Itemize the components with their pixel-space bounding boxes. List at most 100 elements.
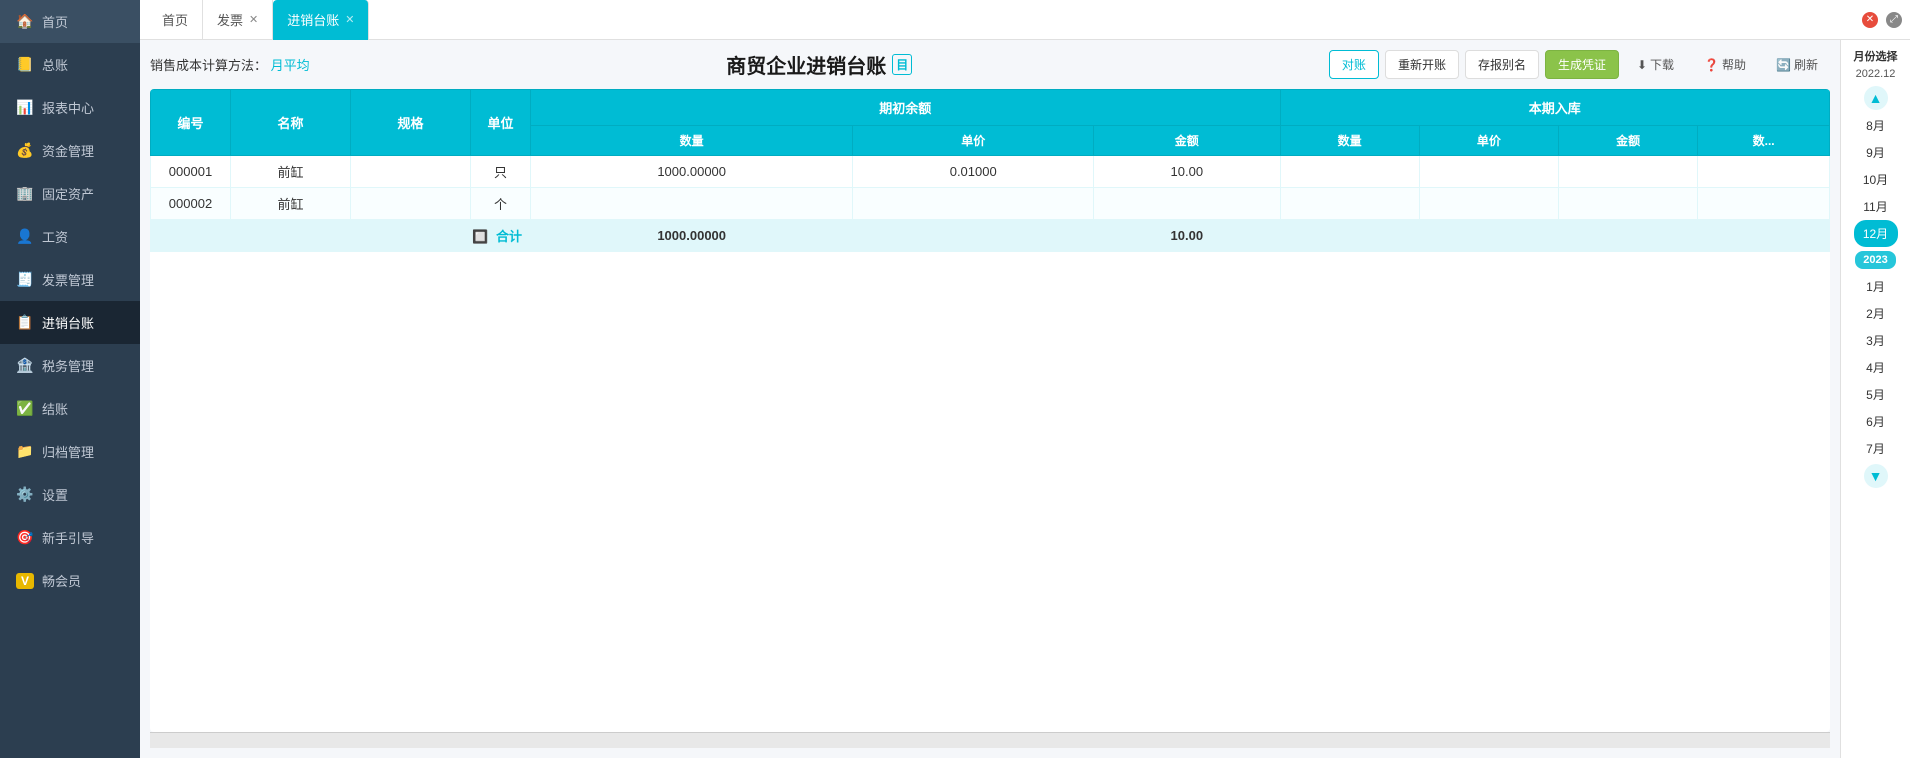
help-icon: ❓ xyxy=(1704,58,1719,72)
cell-qi-price: 0.01000 xyxy=(853,156,1094,188)
guide-icon: 🎯 xyxy=(16,529,34,546)
cell-trailing xyxy=(1698,156,1830,188)
assets-icon: 🏢 xyxy=(16,185,34,202)
ledger-icon: 📒 xyxy=(16,56,34,73)
month-item-2023-4[interactable]: 4月 xyxy=(1841,354,1910,381)
sidebar-item-report-center[interactable]: 📊 报表中心 xyxy=(0,86,140,129)
sidebar-item-home[interactable]: 🏠 首页 xyxy=(0,0,140,43)
sidebar-item-purchase-sales[interactable]: 📋 进销台账 xyxy=(0,301,140,344)
sidebar-item-invoice[interactable]: 🧾 发票管理 xyxy=(0,258,140,301)
month-item-11[interactable]: 11月 xyxy=(1841,193,1910,220)
tab-invoice[interactable]: 发票 ✕ xyxy=(203,0,273,40)
report-icon: 📊 xyxy=(16,99,34,116)
refresh-button[interactable]: 🔄 刷新 xyxy=(1764,51,1830,78)
cell-unit: 只 xyxy=(471,156,531,188)
sidebar-item-fund-management[interactable]: 💰 资金管理 xyxy=(0,129,140,172)
month-item-2023-2[interactable]: 2月 xyxy=(1841,300,1910,327)
cell-ben-amount xyxy=(1559,156,1698,188)
month-item-2023-3[interactable]: 3月 xyxy=(1841,327,1910,354)
cell-spec xyxy=(351,188,471,220)
total-label-cell: 🔲 合计 xyxy=(151,220,531,252)
settings-icon: ⚙️ xyxy=(16,486,34,503)
window-max-button[interactable]: ⤢ xyxy=(1886,12,1902,28)
month-panel-title: 月份选择 xyxy=(1854,48,1898,64)
sidebar-item-settings[interactable]: ⚙️ 设置 xyxy=(0,473,140,516)
sidebar-item-settlement[interactable]: ✅ 结账 xyxy=(0,387,140,430)
member-icon: V xyxy=(16,573,34,589)
sidebar-item-label: 设置 xyxy=(42,485,68,504)
window-close-button[interactable]: ✕ xyxy=(1862,12,1878,28)
month-item-10[interactable]: 10月 xyxy=(1841,166,1910,193)
max-icon: ⤢ xyxy=(1890,14,1898,25)
sidebar-item-tax[interactable]: 🏦 税务管理 xyxy=(0,344,140,387)
month-scroll-up-button[interactable]: ▲ xyxy=(1864,86,1888,110)
header-row: 销售成本计算方法： 月平均 商贸企业进销台账 目 对账 重新开账 存报别名 生成… xyxy=(150,50,1830,79)
cell-qi-qty: 1000.00000 xyxy=(531,156,853,188)
col-qi-balance: 期初余额 xyxy=(531,90,1281,126)
main-content: 首页 发票 ✕ 进销台账 ✕ ✕ ⤢ 销售成本计算方法： 月平均 xyxy=(140,0,1910,758)
sidebar-item-payroll[interactable]: 👤 工资 xyxy=(0,215,140,258)
payroll-icon: 👤 xyxy=(16,228,34,245)
sidebar-item-fixed-assets[interactable]: 🏢 固定资产 xyxy=(0,172,140,215)
help-button[interactable]: ❓ 帮助 xyxy=(1692,51,1758,78)
tab-purchase-close[interactable]: ✕ xyxy=(345,13,354,26)
reconcile-button[interactable]: 对账 xyxy=(1329,50,1379,79)
home-icon: 🏠 xyxy=(16,13,34,30)
month-item-12[interactable]: 12月 xyxy=(1854,220,1898,247)
sidebar-item-archive[interactable]: 📁 归档管理 xyxy=(0,430,140,473)
cell-code: 000001 xyxy=(151,156,231,188)
sidebar-item-guide[interactable]: 🎯 新手引导 xyxy=(0,516,140,559)
month-scroll-down-button[interactable]: ▼ xyxy=(1864,464,1888,488)
purchase-icon: 📋 xyxy=(16,314,34,331)
download-button[interactable]: ⬇ 下载 xyxy=(1625,51,1686,78)
col-ben-qty: 数量 xyxy=(1280,126,1419,156)
cell-spec xyxy=(351,156,471,188)
sidebar-item-label: 畅会员 xyxy=(42,571,81,590)
table-row: 000002 前缸 个 xyxy=(151,188,1830,220)
sidebar-item-label: 进销台账 xyxy=(42,313,94,332)
sidebar-item-label: 总账 xyxy=(42,55,68,74)
col-spec: 规格 xyxy=(351,90,471,156)
cell-trailing xyxy=(1698,188,1830,220)
month-panel: 月份选择 2022.12 ▲ 8月 9月 10月 11月 12月 2023 1月… xyxy=(1840,40,1910,758)
tab-invoice-label: 发票 xyxy=(217,10,243,29)
horizontal-scrollbar[interactable] xyxy=(150,732,1830,748)
save-alias-button[interactable]: 存报别名 xyxy=(1465,50,1539,79)
sidebar-item-label: 固定资产 xyxy=(42,184,94,203)
reopen-button[interactable]: 重新开账 xyxy=(1385,50,1459,79)
sidebar-item-member[interactable]: V 畅会员 xyxy=(0,559,140,602)
sidebar-item-general-ledger[interactable]: 📒 总账 xyxy=(0,43,140,86)
fund-icon: 💰 xyxy=(16,142,34,159)
settlement-icon: ✅ xyxy=(16,400,34,417)
invoice-icon: 🧾 xyxy=(16,271,34,288)
cell-qi-amount xyxy=(1094,188,1280,220)
sidebar-item-label: 首页 xyxy=(42,12,68,31)
cell-name: 前缸 xyxy=(231,156,351,188)
month-item-8[interactable]: 8月 xyxy=(1841,112,1910,139)
page-title-icon[interactable]: 目 xyxy=(892,54,912,75)
cell-qi-amount: 10.00 xyxy=(1094,156,1280,188)
month-item-9[interactable]: 9月 xyxy=(1841,139,1910,166)
col-unit: 单位 xyxy=(471,90,531,156)
tab-purchase[interactable]: 进销台账 ✕ xyxy=(273,0,369,40)
content-area: 销售成本计算方法： 月平均 商贸企业进销台账 目 对账 重新开账 存报别名 生成… xyxy=(140,40,1910,758)
cell-qi-qty xyxy=(531,188,853,220)
sidebar-item-label: 资金管理 xyxy=(42,141,94,160)
tab-home[interactable]: 首页 xyxy=(148,0,203,40)
total-row: 🔲 合计 1000.00000 10.00 xyxy=(151,220,1830,252)
generate-voucher-button[interactable]: 生成凭证 xyxy=(1545,50,1619,79)
main-panel: 销售成本计算方法： 月平均 商贸企业进销台账 目 对账 重新开账 存报别名 生成… xyxy=(140,40,1840,758)
tax-icon: 🏦 xyxy=(16,357,34,374)
col-ben-amount: 金额 xyxy=(1559,126,1698,156)
col-qi-qty: 数量 xyxy=(531,126,853,156)
month-item-2023-6[interactable]: 6月 xyxy=(1841,408,1910,435)
cost-method-value: 月平均 xyxy=(271,58,310,73)
month-item-2023-1[interactable]: 1月 xyxy=(1841,273,1910,300)
cell-ben-qty xyxy=(1280,156,1419,188)
tab-invoice-close[interactable]: ✕ xyxy=(249,13,258,26)
window-controls: ✕ ⤢ xyxy=(1862,12,1902,28)
col-ben-price: 单价 xyxy=(1419,126,1558,156)
cell-ben-qty xyxy=(1280,188,1419,220)
month-item-2023-5[interactable]: 5月 xyxy=(1841,381,1910,408)
month-item-2023-7[interactable]: 7月 xyxy=(1841,435,1910,462)
